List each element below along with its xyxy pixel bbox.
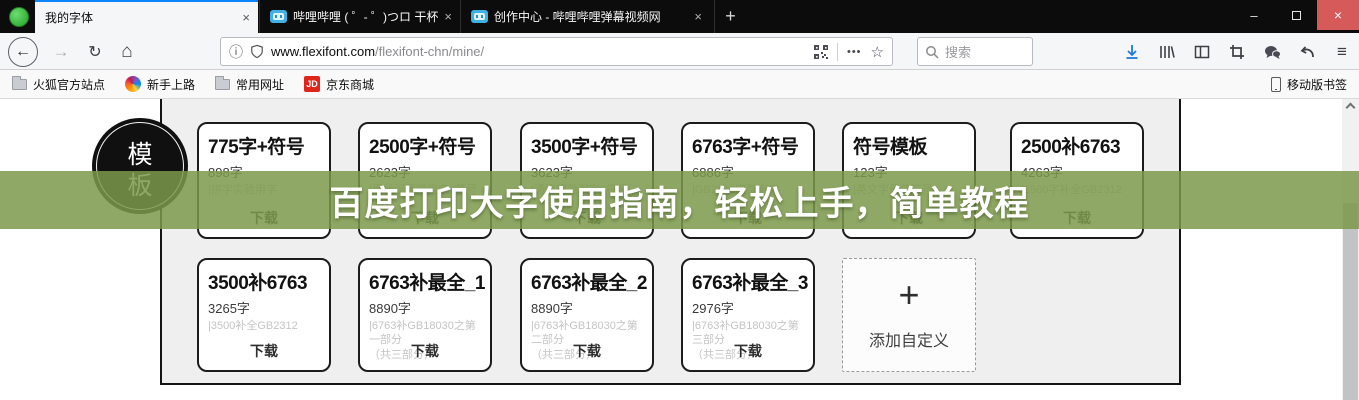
chat-icon[interactable] bbox=[1263, 43, 1281, 61]
tab-bilibili-creator[interactable]: 创作中心 - 哔哩哔哩弹幕视频网 × bbox=[460, 0, 710, 33]
info-icon[interactable]: ⓘ bbox=[229, 42, 243, 62]
bookmark-label: 新手上路 bbox=[147, 77, 196, 92]
tab-bilibili[interactable]: 哔哩哔哩 ( ゜- ゜)つロ 干杯~-bi × bbox=[259, 0, 460, 33]
card-count: 8890字 bbox=[531, 301, 573, 316]
back-button[interactable]: ← bbox=[8, 37, 38, 67]
jd-icon: JD bbox=[304, 76, 321, 92]
download-icon[interactable] bbox=[1123, 43, 1141, 61]
card-title: 2500字+符号 bbox=[369, 137, 476, 158]
card-title: 3500补6763 bbox=[208, 273, 308, 294]
page-viewport: 模 板 775字+符号 898字 |拼字实验用字 下载 2500字+符号 262… bbox=[0, 99, 1359, 400]
card-count: 3265字 bbox=[208, 301, 250, 316]
tab-close-icon[interactable]: × bbox=[444, 9, 452, 24]
bookmark-folder-common-sites[interactable]: 常用网址 bbox=[215, 75, 285, 93]
menu-icon[interactable]: ≡ bbox=[1333, 42, 1351, 61]
card-title: 符号模板 bbox=[853, 137, 928, 158]
phone-icon bbox=[1270, 76, 1281, 92]
close-window-button[interactable]: × bbox=[1317, 0, 1359, 30]
maximize-button[interactable] bbox=[1275, 0, 1317, 30]
add-custom-template-card[interactable]: + 添加自定义 bbox=[842, 258, 976, 372]
pinned-tab[interactable] bbox=[0, 0, 35, 33]
maximize-icon bbox=[1291, 10, 1301, 20]
card-title: 6763字+符号 bbox=[692, 137, 799, 158]
folder-icon bbox=[215, 75, 231, 90]
window-controls: – × bbox=[1233, 0, 1359, 30]
promo-banner: 百度打印大字使用指南，轻松上手，简单教程 bbox=[0, 171, 1359, 229]
tab-title: 创作中心 - 哔哩哔哩弹幕视频网 bbox=[494, 10, 661, 24]
search-placeholder: 搜索 bbox=[945, 45, 972, 60]
bookmark-jd[interactable]: JD 京东商城 bbox=[304, 76, 374, 93]
minimize-button[interactable]: – bbox=[1233, 0, 1275, 30]
card-count: 2976字 bbox=[692, 301, 734, 316]
url-text[interactable]: www.flexifont.com/flexifont-chn/mine/ bbox=[271, 44, 814, 59]
bookmark-folder-firefox-official[interactable]: 火狐官方站点 bbox=[12, 75, 106, 93]
download-button[interactable]: 下载 bbox=[360, 341, 490, 361]
card-title: 6763补最全_1 bbox=[369, 273, 485, 294]
font-card[interactable]: 6763补最全_1 8890字 |6763补GB18030之第一部分 （共三部分）… bbox=[358, 258, 492, 372]
card-title: 3500字+符号 bbox=[531, 137, 638, 158]
banner-text: 百度打印大字使用指南，轻松上手，简单教程 bbox=[329, 184, 1030, 223]
tab-close-icon[interactable]: × bbox=[242, 10, 250, 25]
card-title: 6763补最全_3 bbox=[692, 273, 808, 294]
screenshot-icon[interactable] bbox=[1228, 43, 1246, 61]
tab-close-icon[interactable]: × bbox=[694, 9, 702, 24]
bilibili-icon bbox=[270, 10, 287, 23]
font-card[interactable]: 3500补6763 3265字 |3500补全GB2312 下载 bbox=[197, 258, 331, 372]
navigation-bar: ← → ↻ ⌂ ⓘ www.flexifont.com/flexifont-ch… bbox=[0, 33, 1359, 70]
scroll-up-icon[interactable] bbox=[1345, 102, 1356, 113]
plus-icon: + bbox=[898, 274, 920, 315]
scrollbar-thumb[interactable] bbox=[1343, 203, 1358, 400]
card-title: 6763补最全_2 bbox=[531, 273, 647, 294]
tab-title: 我的字体 bbox=[45, 11, 94, 25]
download-button[interactable]: 下载 bbox=[522, 341, 652, 361]
green-app-icon bbox=[9, 7, 29, 27]
qr-code-icon[interactable] bbox=[813, 44, 828, 59]
forward-button[interactable]: → bbox=[46, 37, 76, 67]
url-domain: www.flexifont.com bbox=[271, 44, 376, 59]
search-icon bbox=[925, 45, 939, 59]
scrollbar[interactable] bbox=[1342, 99, 1359, 400]
firefox-icon bbox=[125, 76, 142, 92]
card-description: |3500补全GB2312 bbox=[208, 320, 298, 332]
font-card[interactable]: 6763补最全_3 2976字 |6763补GB18030之第三部分 （共三部分）… bbox=[681, 258, 815, 372]
url-bar[interactable]: ⓘ www.flexifont.com/flexifont-chn/mine/ … bbox=[220, 37, 893, 66]
font-card[interactable]: 6763补最全_2 8890字 |6763补GB18030之第二部分 （共三部分）… bbox=[520, 258, 654, 372]
tab-title: 哔哩哔哩 ( ゜- ゜)つロ 干杯~-bi bbox=[293, 10, 439, 24]
url-path: /flexifont-chn/mine/ bbox=[375, 44, 485, 59]
bilibili-icon bbox=[471, 10, 488, 23]
library-icon[interactable] bbox=[1158, 43, 1176, 61]
bookmark-star-icon[interactable]: ☆ bbox=[871, 43, 884, 61]
mobile-bookmarks[interactable]: 移动版书签 bbox=[1270, 70, 1347, 98]
shield-icon[interactable] bbox=[250, 44, 264, 59]
home-button[interactable]: ⌂ bbox=[112, 37, 142, 67]
bookmark-label: 常用网址 bbox=[236, 77, 285, 92]
folder-icon bbox=[12, 75, 27, 90]
sidebar-icon[interactable] bbox=[1193, 43, 1211, 61]
reload-button[interactable]: ↻ bbox=[80, 37, 110, 67]
page-actions-icon[interactable]: ••• bbox=[847, 46, 862, 58]
search-input[interactable]: 搜索 bbox=[917, 37, 1033, 66]
tab-bar: 我的字体 × 哔哩哔哩 ( ゜- ゜)つロ 干杯~-bi × 创作中心 - 哔哩… bbox=[0, 0, 1359, 33]
download-button[interactable]: 下载 bbox=[683, 341, 813, 361]
bookmark-label: 京东商城 bbox=[326, 77, 375, 92]
mobile-bookmarks-label: 移动版书签 bbox=[1286, 77, 1347, 92]
tab-my-fonts[interactable]: 我的字体 × bbox=[35, 0, 258, 33]
download-button[interactable]: 下载 bbox=[199, 341, 329, 361]
card-title: 775字+符号 bbox=[208, 137, 305, 158]
card-title: 2500补6763 bbox=[1021, 137, 1121, 158]
bookmarks-bar: 火狐官方站点 新手上路 常用网址 JD 京东商城 移动版书签 bbox=[0, 70, 1359, 99]
bookmark-label: 火狐官方站点 bbox=[33, 77, 106, 92]
new-tab-button[interactable]: + bbox=[714, 0, 746, 33]
divider bbox=[836, 42, 838, 61]
bookmark-getting-started[interactable]: 新手上路 bbox=[125, 76, 195, 93]
undo-icon[interactable] bbox=[1298, 43, 1316, 61]
add-custom-label: 添加自定义 bbox=[868, 333, 949, 350]
card-count: 8890字 bbox=[369, 301, 411, 316]
